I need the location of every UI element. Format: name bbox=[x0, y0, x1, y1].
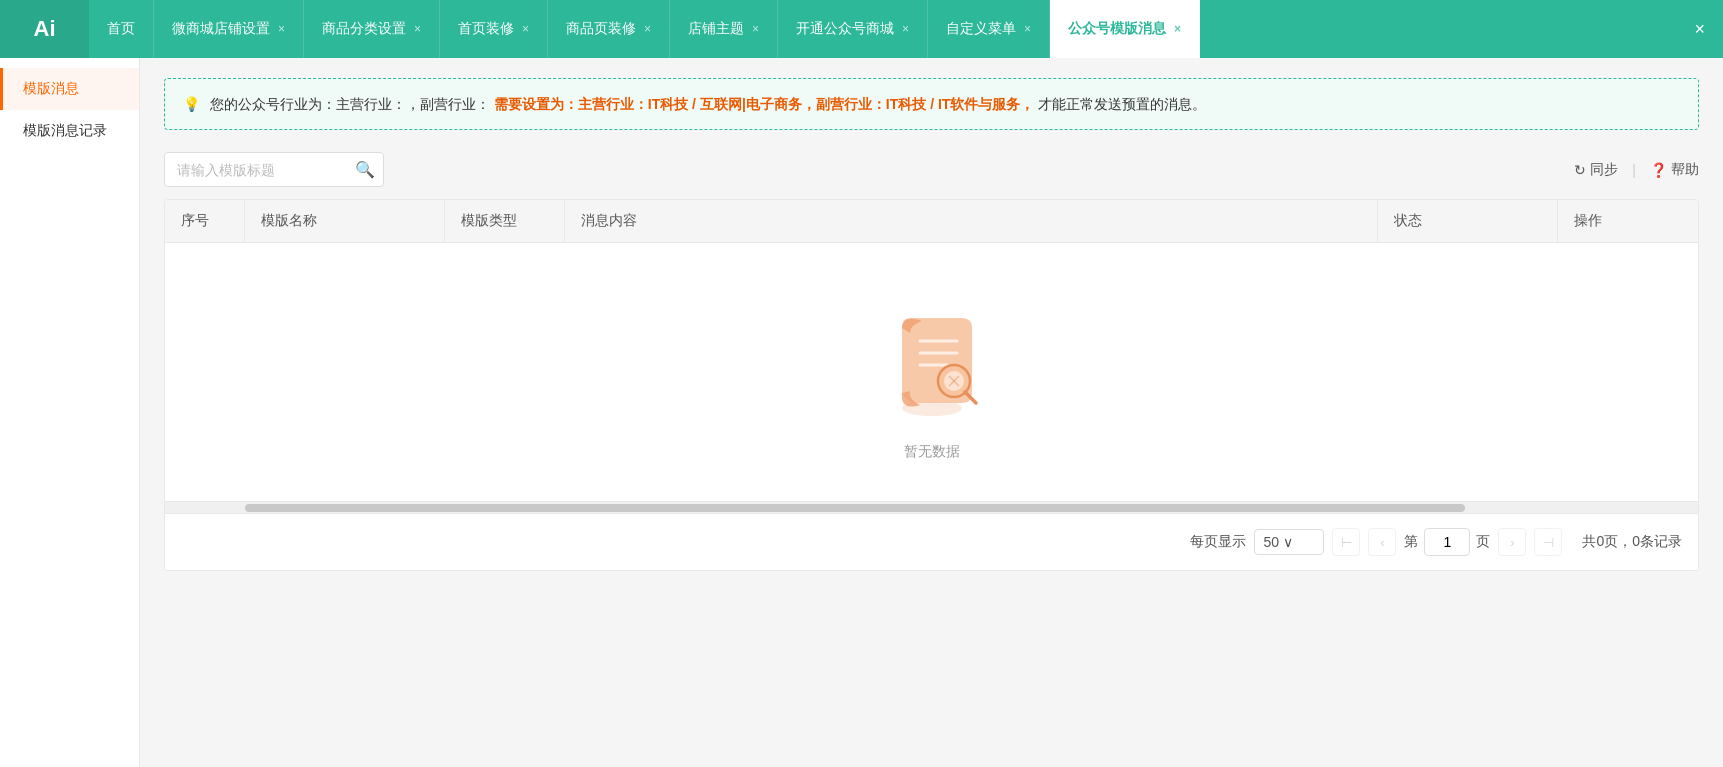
nav-tab-home[interactable]: 首页 bbox=[89, 0, 154, 58]
sidebar-item-template-msg-log[interactable]: 模版消息记录 bbox=[0, 110, 139, 152]
close-icon[interactable]: × bbox=[1024, 22, 1031, 36]
close-icon[interactable]: × bbox=[414, 22, 421, 36]
empty-text: 暂无数据 bbox=[904, 443, 960, 461]
col-name: 模版名称 bbox=[245, 200, 445, 242]
next-page-button[interactable]: › bbox=[1498, 528, 1526, 556]
page-size-label: 每页显示 bbox=[1190, 533, 1246, 551]
col-type: 模版类型 bbox=[445, 200, 565, 242]
top-navbar: Ai 首页 微商城店铺设置 × 商品分类设置 × 首页装修 × 商品页装修 × … bbox=[0, 0, 1723, 58]
page-input-wrap: 第 页 bbox=[1404, 528, 1490, 556]
page-total: 共0页，0条记录 bbox=[1582, 533, 1682, 551]
main-layout: 模版消息 模版消息记录 💡 您的公众号行业为：主营行业：，副营行业： 需要设置为… bbox=[0, 58, 1723, 767]
col-action: 操作 bbox=[1558, 200, 1698, 242]
sidebar: 模版消息 模版消息记录 bbox=[0, 58, 140, 767]
col-content: 消息内容 bbox=[565, 200, 1378, 242]
search-input[interactable] bbox=[165, 155, 345, 185]
help-button[interactable]: ❓ 帮助 bbox=[1650, 161, 1699, 179]
close-icon[interactable]: × bbox=[1174, 22, 1181, 36]
notice-prefix: 您的公众号行业为：主营行业：，副营行业： bbox=[210, 96, 490, 112]
prev-page-button[interactable]: ‹ bbox=[1368, 528, 1396, 556]
toolbar-divider: | bbox=[1632, 162, 1636, 178]
col-status: 状态 bbox=[1378, 200, 1558, 242]
app-logo: Ai bbox=[0, 0, 89, 58]
col-seq: 序号 bbox=[165, 200, 245, 242]
page-label-suf: 页 bbox=[1476, 533, 1490, 551]
sidebar-item-template-msg[interactable]: 模版消息 bbox=[0, 68, 139, 110]
empty-illustration bbox=[872, 303, 992, 423]
table-header: 序号 模版名称 模版类型 消息内容 状态 操作 bbox=[165, 200, 1698, 243]
notice-suffix: 才能正常发送预置的消息。 bbox=[1038, 96, 1206, 112]
page-label-pre: 第 bbox=[1404, 533, 1418, 551]
search-button[interactable]: 🔍 bbox=[345, 153, 384, 186]
nav-tab-product-decor[interactable]: 商品页装修 × bbox=[548, 0, 670, 58]
close-icon[interactable]: × bbox=[278, 22, 285, 36]
toolbar: 🔍 ↻ 同步 | ❓ 帮助 bbox=[164, 152, 1699, 187]
bulb-icon: 💡 bbox=[183, 96, 200, 112]
sync-button[interactable]: ↻ 同步 bbox=[1574, 161, 1618, 179]
nav-tab-open-mall[interactable]: 开通公众号商城 × bbox=[778, 0, 928, 58]
sync-icon: ↻ bbox=[1574, 162, 1586, 178]
chevron-down-icon: ∨ bbox=[1283, 534, 1293, 550]
data-table: 序号 模版名称 模版类型 消息内容 状态 操作 bbox=[164, 199, 1699, 571]
page-size-select[interactable]: 50 ∨ bbox=[1254, 529, 1324, 555]
close-icon[interactable]: × bbox=[522, 22, 529, 36]
first-page-button[interactable]: ⊢ bbox=[1332, 528, 1360, 556]
nav-tab-shop-settings[interactable]: 微商城店铺设置 × bbox=[154, 0, 304, 58]
pagination: 每页显示 50 ∨ ⊢ ‹ 第 页 › ⊣ 共0页，0条记录 bbox=[165, 513, 1698, 570]
notice-highlight: 需要设置为：主营行业：IT科技 / 互联网|电子商务，副营行业：IT科技 / I… bbox=[494, 96, 1035, 112]
content-area: 💡 您的公众号行业为：主营行业：，副营行业： 需要设置为：主营行业：IT科技 /… bbox=[140, 58, 1723, 767]
close-icon[interactable]: × bbox=[752, 22, 759, 36]
notice-banner: 💡 您的公众号行业为：主营行业：，副营行业： 需要设置为：主营行业：IT科技 /… bbox=[164, 78, 1699, 130]
nav-tab-category-settings[interactable]: 商品分类设置 × bbox=[304, 0, 440, 58]
horizontal-scrollbar[interactable] bbox=[165, 501, 1698, 513]
help-icon: ❓ bbox=[1650, 162, 1667, 178]
page-size-value: 50 bbox=[1263, 534, 1279, 550]
nav-tab-custom-menu[interactable]: 自定义菜单 × bbox=[928, 0, 1050, 58]
close-icon[interactable]: × bbox=[644, 22, 651, 36]
close-all-button[interactable]: × bbox=[1676, 19, 1723, 40]
nav-tab-list: 首页 微商城店铺设置 × 商品分类设置 × 首页装修 × 商品页装修 × 店铺主… bbox=[89, 0, 1676, 58]
page-number-input[interactable] bbox=[1424, 528, 1470, 556]
last-page-button[interactable]: ⊣ bbox=[1534, 528, 1562, 556]
nav-tab-template-msg[interactable]: 公众号模版消息 × bbox=[1050, 0, 1200, 58]
toolbar-right: ↻ 同步 | ❓ 帮助 bbox=[1574, 161, 1699, 179]
empty-state: 暂无数据 bbox=[165, 243, 1698, 501]
nav-tab-home-decor[interactable]: 首页装修 × bbox=[440, 0, 548, 58]
scrollbar-thumb[interactable] bbox=[245, 504, 1465, 512]
close-icon[interactable]: × bbox=[902, 22, 909, 36]
search-box: 🔍 bbox=[164, 152, 384, 187]
nav-tab-shop-theme[interactable]: 店铺主题 × bbox=[670, 0, 778, 58]
